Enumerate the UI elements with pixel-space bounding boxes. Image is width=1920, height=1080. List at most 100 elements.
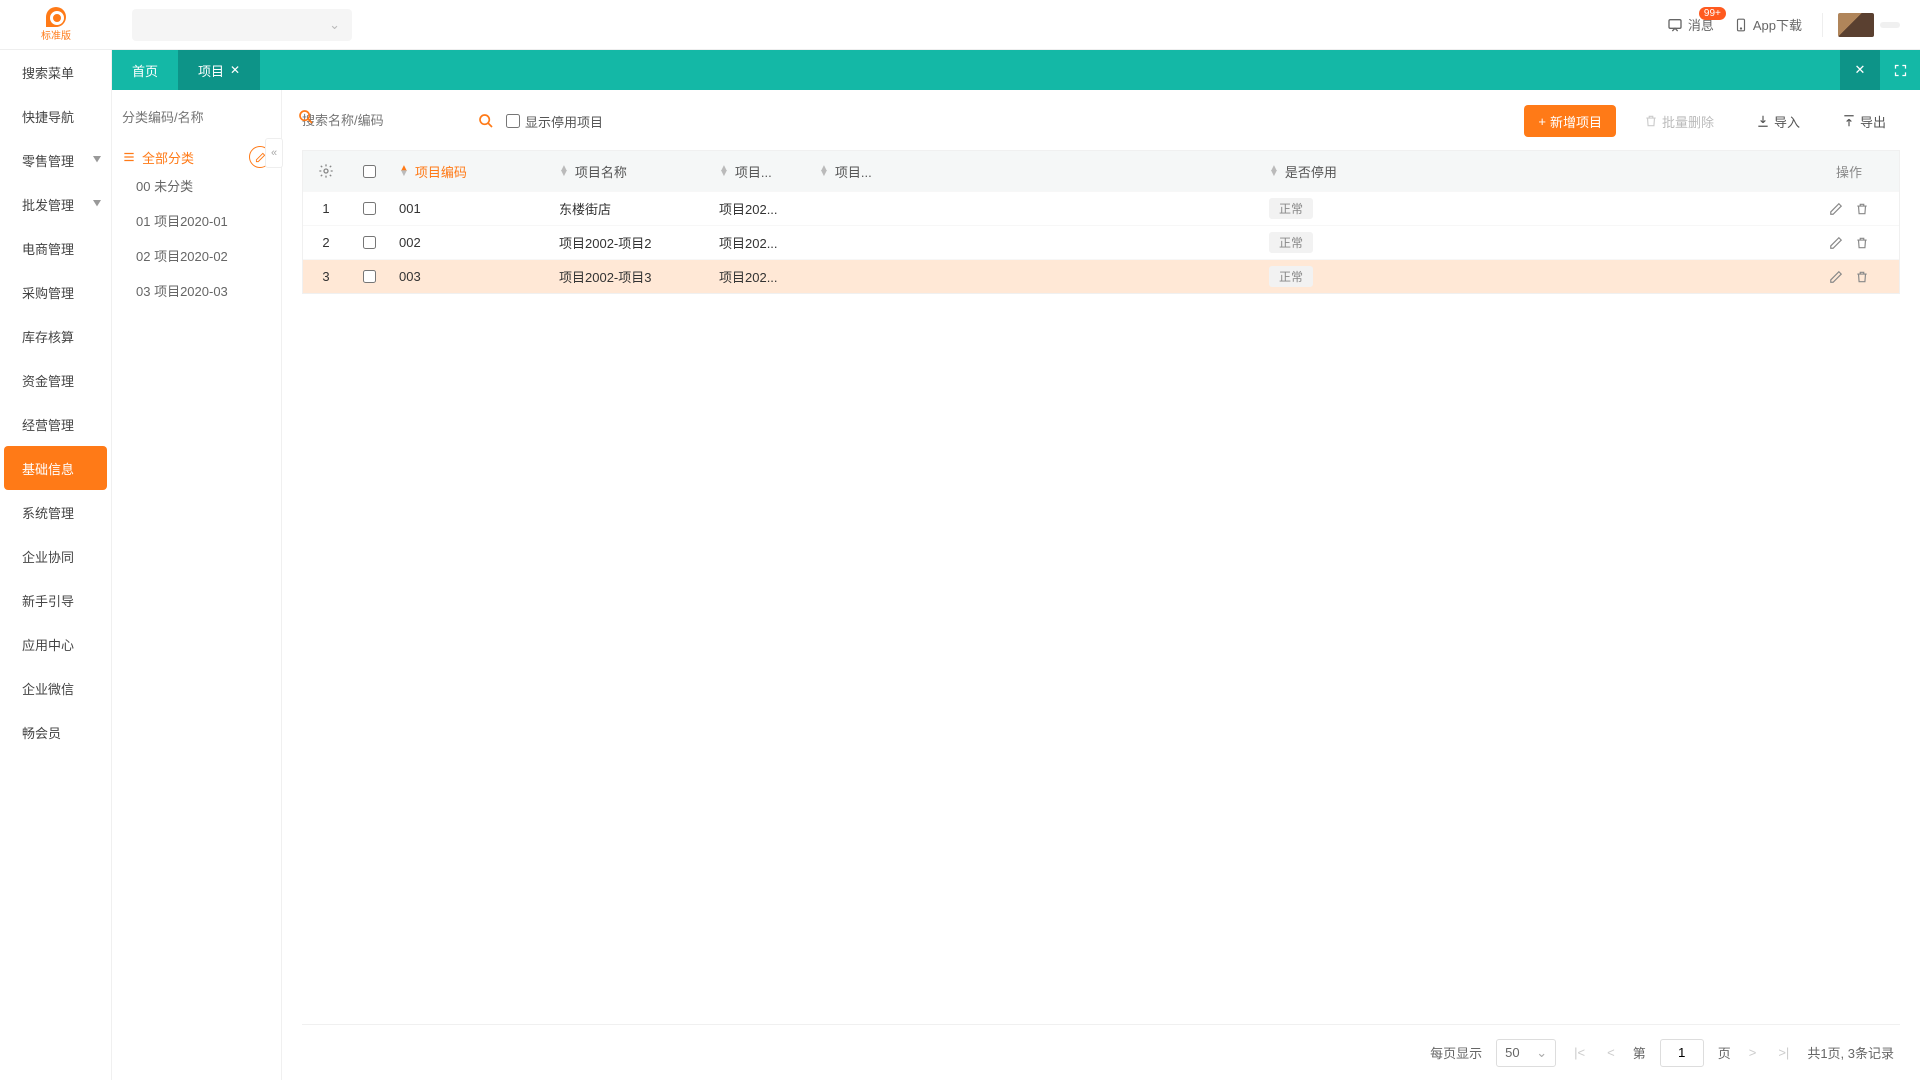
nav-item[interactable]: 畅会员 (0, 710, 111, 754)
nav-item[interactable]: 批发管理 (0, 182, 111, 226)
export-button[interactable]: 导出 (1828, 105, 1900, 137)
nav-item[interactable]: 零售管理 (0, 138, 111, 182)
trash-icon (1644, 114, 1658, 128)
category-root[interactable]: 全部分类 (122, 146, 271, 168)
import-button[interactable]: 导入 (1742, 105, 1814, 137)
category-item[interactable]: 00 未分类 (122, 168, 271, 203)
main-search-input[interactable] (302, 113, 478, 128)
username[interactable] (1880, 22, 1900, 28)
nav-item-label: 基础信息 (22, 459, 74, 478)
row-select (349, 236, 389, 249)
show-disabled-label: 显示停用项目 (525, 112, 603, 131)
avatar[interactable] (1838, 13, 1874, 37)
col-status[interactable]: ▲▼ 是否停用 (1259, 162, 1389, 181)
last-page-button[interactable]: >| (1774, 1045, 1793, 1060)
nav-item[interactable]: 快捷导航 (0, 94, 111, 138)
tab-close-all[interactable]: ✕ (1840, 50, 1880, 90)
toolbar: 显示停用项目 + 新增项目 批量删除 导入 (302, 102, 1900, 140)
first-page-button[interactable]: |< (1570, 1045, 1589, 1060)
nav-item[interactable]: 系统管理 (0, 490, 111, 534)
main-search (302, 113, 492, 130)
show-disabled-input[interactable] (506, 114, 520, 128)
nav-item[interactable]: 搜索菜单 (0, 50, 111, 94)
delete-icon[interactable] (1855, 202, 1869, 216)
table-header: ▲▼ 项目编码 ▲▼ 项目名称 ▲▼ 项目... ▲▼ 项目... ▲▼ 是 (303, 151, 1899, 191)
nav-item[interactable]: 新手引导 (0, 578, 111, 622)
nav-item[interactable]: 电商管理 (0, 226, 111, 270)
cell-c3: 项目202... (709, 233, 809, 252)
phone-icon (1734, 17, 1748, 33)
nav-item[interactable]: 采购管理 (0, 270, 111, 314)
category-item[interactable]: 02 项目2020-02 (122, 238, 271, 273)
next-page-button[interactable]: > (1745, 1045, 1761, 1060)
col-op: 操作 (1799, 162, 1899, 181)
messages-link[interactable]: 消息 99+ (1667, 15, 1714, 34)
edit-icon[interactable] (1829, 202, 1843, 216)
cell-actions (1799, 236, 1899, 250)
category-root-label: 全部分类 (142, 148, 194, 167)
per-page-label: 每页显示 (1430, 1043, 1482, 1062)
batch-delete-button[interactable]: 批量删除 (1630, 105, 1728, 137)
cell-name: 项目2002-项目2 (549, 233, 709, 252)
nav-item[interactable]: 应用中心 (0, 622, 111, 666)
col-3[interactable]: ▲▼ 项目... (709, 162, 809, 181)
delete-icon[interactable] (1855, 270, 1869, 284)
app-download-link[interactable]: App下载 (1734, 15, 1802, 34)
nav-item[interactable]: 资金管理 (0, 358, 111, 402)
data-table: ▲▼ 项目编码 ▲▼ 项目名称 ▲▼ 项目... ▲▼ 项目... ▲▼ 是 (302, 150, 1900, 294)
show-disabled-checkbox[interactable]: 显示停用项目 (506, 112, 603, 131)
col-code[interactable]: ▲▼ 项目编码 (389, 162, 549, 181)
nav-item-label: 企业协同 (22, 547, 74, 566)
nav-item[interactable]: 企业协同 (0, 534, 111, 578)
nav-item[interactable]: 经营管理 (0, 402, 111, 446)
col-3-label: 项目... (735, 162, 772, 181)
settings-column[interactable] (303, 163, 349, 179)
col-name[interactable]: ▲▼ 项目名称 (549, 162, 709, 181)
category-item[interactable]: 03 项目2020-03 (122, 273, 271, 308)
col-status-label: 是否停用 (1285, 162, 1337, 181)
status-badge: 正常 (1269, 232, 1313, 253)
add-project-button[interactable]: + 新增项目 (1524, 105, 1616, 137)
per-page-select[interactable]: 50 ⌄ (1496, 1039, 1556, 1067)
nav-item[interactable]: 库存核算 (0, 314, 111, 358)
row-checkbox[interactable] (363, 270, 376, 283)
tab-project[interactable]: 项目 ✕ (178, 50, 260, 90)
fullscreen-icon[interactable] (1880, 50, 1920, 90)
search-icon[interactable] (298, 109, 314, 125)
messages-badge: 99+ (1699, 7, 1726, 20)
sort-icon: ▲▼ (559, 166, 569, 176)
cell-code: 002 (389, 235, 549, 250)
per-page-value: 50 (1505, 1045, 1519, 1060)
tab-home[interactable]: 首页 (112, 50, 178, 90)
table-row[interactable]: 2002项目2002-项目2项目202...正常 (303, 225, 1899, 259)
sort-icon: ▲▼ (399, 166, 409, 176)
category-search-input[interactable] (122, 110, 298, 125)
nav-item[interactable]: 企业微信 (0, 666, 111, 710)
edit-icon[interactable] (1829, 270, 1843, 284)
select-all-checkbox[interactable] (363, 165, 376, 178)
category-search (122, 102, 271, 132)
nav-item[interactable]: 基础信息 (4, 446, 107, 490)
prev-page-button[interactable]: < (1603, 1045, 1619, 1060)
cell-name: 东楼街店 (549, 199, 709, 218)
page-input[interactable] (1660, 1039, 1704, 1067)
delete-icon[interactable] (1855, 236, 1869, 250)
table-row[interactable]: 3003项目2002-项目3项目202...正常 (303, 259, 1899, 293)
export-label: 导出 (1860, 112, 1886, 131)
col-4[interactable]: ▲▼ 项目... (809, 162, 1259, 181)
close-icon[interactable]: ✕ (230, 63, 240, 77)
nav-item-label: 经营管理 (22, 415, 74, 434)
caret-icon (93, 156, 101, 164)
search-icon[interactable] (478, 113, 494, 129)
collapse-panel-icon[interactable]: « (265, 138, 283, 168)
table-row[interactable]: 1001东楼街店项目202...正常 (303, 191, 1899, 225)
org-selector[interactable]: ⌄ (132, 9, 352, 41)
row-checkbox[interactable] (363, 236, 376, 249)
sort-icon: ▲▼ (1269, 166, 1279, 176)
category-item[interactable]: 01 项目2020-01 (122, 203, 271, 238)
cell-status: 正常 (1259, 198, 1389, 219)
logo-icon (46, 7, 66, 27)
edit-icon[interactable] (1829, 236, 1843, 250)
row-checkbox[interactable] (363, 202, 376, 215)
tab-home-label: 首页 (132, 61, 158, 80)
